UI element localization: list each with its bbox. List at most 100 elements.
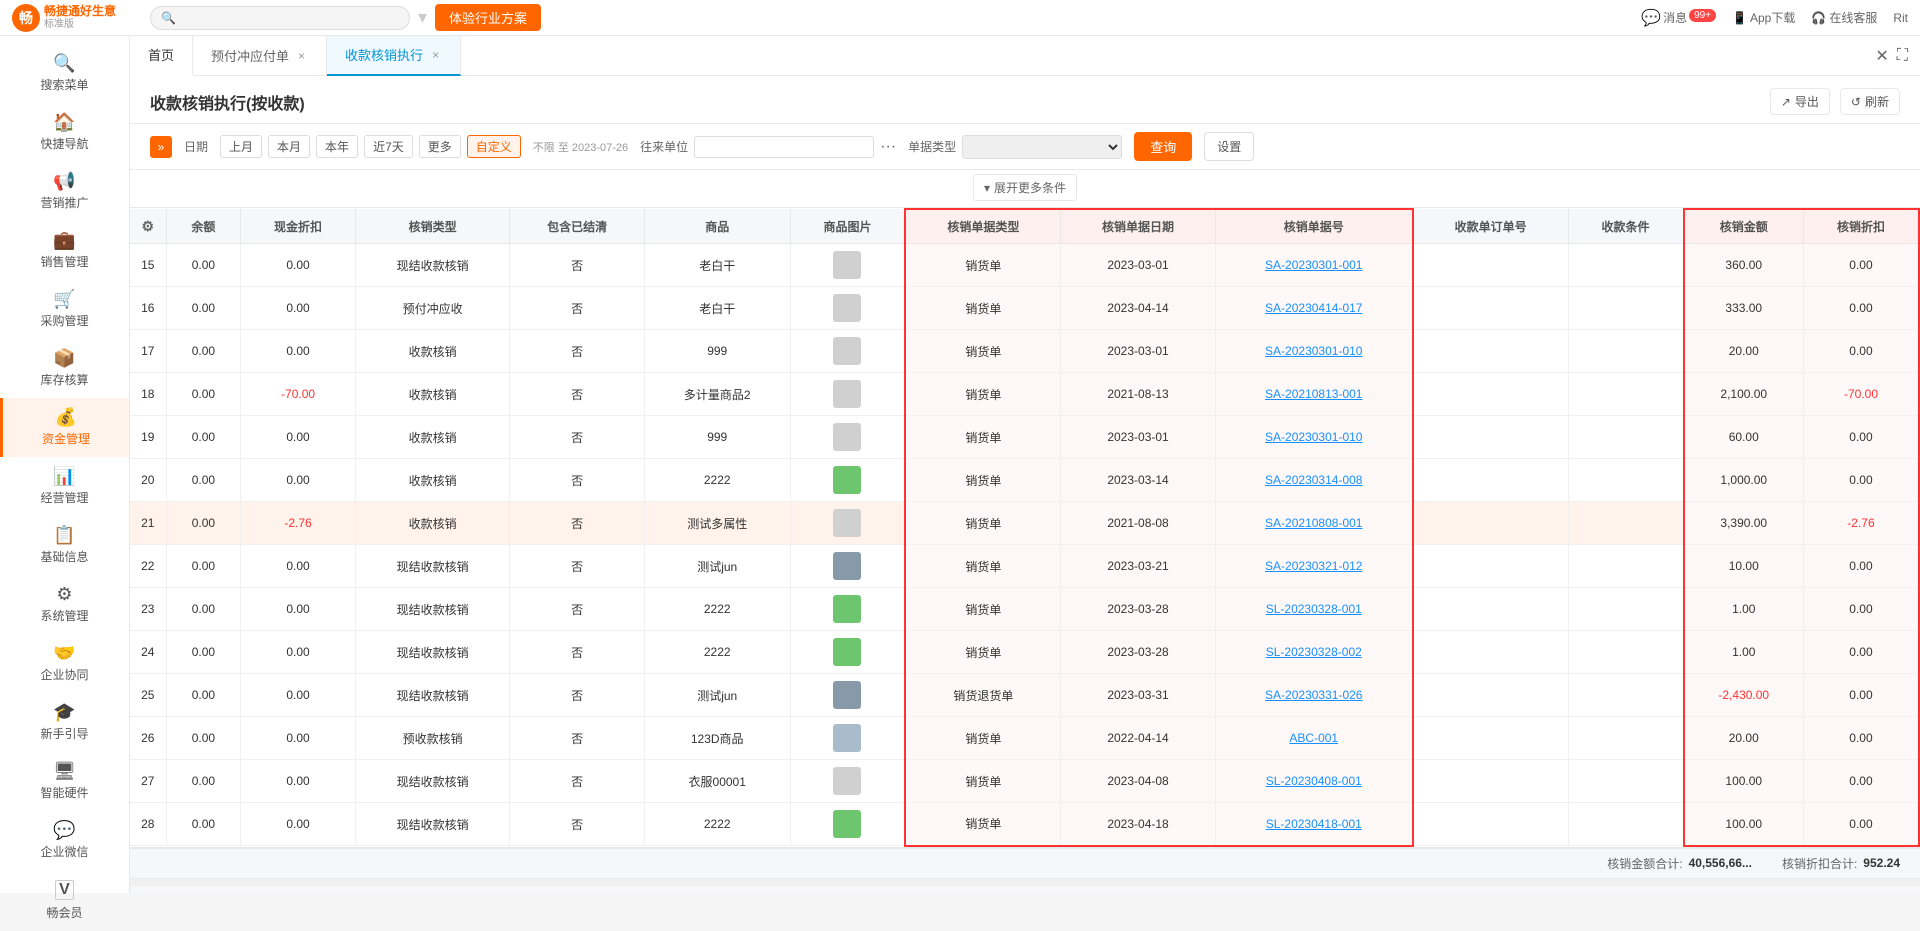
tab-maximize-icon[interactable]: ⛶ [1897,47,1908,65]
filter-btn-this-year[interactable]: 本年 [316,135,358,158]
sidebar-item-sales[interactable]: 💼 销售管理 [0,221,129,280]
cell-balance: 0.00 [166,803,241,846]
sidebar-item-hardware[interactable]: 🖥 智能硬件 [0,752,129,811]
cell-cash-discount: 0.00 [241,717,356,760]
cell-offset-voucher-date: 2023-03-28 [1061,588,1215,631]
cell-offset-voucher-no[interactable]: SL-20230408-001 [1215,760,1413,803]
table-row: 26 0.00 0.00 预收款核销 否 123D商品 销货单 2022-04-… [130,717,1919,760]
finance-icon: 💰 [55,408,77,426]
cell-offset-amount: 1,000.00 [1684,459,1804,502]
collab-icon: 🤝 [53,644,75,662]
filter-btn-more[interactable]: 更多 [419,135,461,158]
top-search[interactable]: 🔍 [150,6,410,30]
online-service[interactable]: 🎧 在线客服 [1811,9,1877,26]
cell-receipt-order-no [1413,803,1568,846]
sidebar-item-nav[interactable]: 🏠 快捷导航 [0,103,129,162]
export-btn[interactable]: ↗ 导出 [1770,88,1830,115]
cell-id: 21 [130,502,166,545]
table-footer: 核销金额合计: 40,556,66... 核销折扣合计: 952.24 [130,847,1920,878]
cell-offset-voucher-no[interactable]: SL-20230328-001 [1215,588,1413,631]
sidebar-item-wechat[interactable]: 💬 企业微信 [0,811,129,870]
cell-included-settled: 否 [510,803,645,846]
tab-close-icon[interactable]: ✕ [1875,46,1888,66]
cell-offset-voucher-no[interactable]: SA-20210808-001 [1215,502,1413,545]
sidebar-label-search: 搜索菜单 [40,76,88,93]
filter-from-unit-input[interactable] [694,136,874,158]
sidebar-item-system[interactable]: ⚙ 系统管理 [0,575,129,634]
filter-date-options: 上月 本月 本年 近7天 更多 自定义 [220,135,521,158]
tab-prepay-close[interactable]: × [295,48,308,64]
cell-offset-amount: 20.00 [1684,717,1804,760]
sidebar-item-finance[interactable]: 💰 资金管理 [0,398,129,457]
search-icon: 🔍 [53,54,75,72]
sidebar-item-purchase[interactable]: 🛒 采购管理 [0,280,129,339]
cell-goods-img [790,373,905,416]
filter-btn-7days[interactable]: 近7天 [364,135,413,158]
sidebar-item-member[interactable]: V 畅会员 [0,870,129,931]
cell-receipt-order-no [1413,674,1568,717]
cell-offset-voucher-no[interactable]: SL-20230328-002 [1215,631,1413,674]
cell-included-settled: 否 [510,674,645,717]
expand-more-btn[interactable]: ▾ 展开更多条件 [973,174,1077,201]
tab-prepay[interactable]: 预付冲应付单 × [193,36,327,76]
filter-btn-last-month[interactable]: 上月 [220,135,262,158]
app-download[interactable]: 📱 App下载 [1732,9,1795,26]
page-title: 收款核销执行(按收款) [150,90,305,114]
table-row: 16 0.00 0.00 预付冲应收 否 老白干 销货单 2023-04-14 … [130,287,1919,330]
refresh-btn[interactable]: ↺ 刷新 [1840,88,1900,115]
cell-offset-voucher-no[interactable]: SA-20230314-008 [1215,459,1413,502]
sidebar-item-marketing[interactable]: 📢 营销推广 [0,162,129,221]
setting-btn[interactable]: 设置 [1204,132,1254,161]
logo-sub: 标准版 [44,19,116,31]
filter-voucher-type-select[interactable] [962,135,1122,159]
tab-receivable[interactable]: 收款核销执行 × [327,36,461,76]
filter-expand-btn[interactable]: » [150,136,172,158]
sidebar-item-basic[interactable]: 📋 基础信息 [0,516,129,575]
cell-offset-discount: 0.00 [1803,674,1919,717]
cell-receipt-condition [1568,330,1683,373]
tab-receivable-close[interactable]: × [429,47,442,63]
filter-voucher-type-label: 单据类型 [908,138,956,155]
msg-icon-group[interactable]: 💬 消息 99+ [1641,8,1716,28]
cell-offset-voucher-no[interactable]: SL-20230418-001 [1215,803,1413,846]
cell-offset-voucher-no[interactable]: SA-20230301-010 [1215,330,1413,373]
cell-offset-voucher-type: 销货单 [905,244,1060,287]
cell-offset-voucher-no[interactable]: SA-20230301-010 [1215,416,1413,459]
tab-home[interactable]: 首页 [130,36,193,76]
cell-receipt-order-no [1413,631,1568,674]
horizontal-scrollbar[interactable] [130,878,1920,886]
col-goods: 商品 [644,209,790,244]
total-discount-value: 952.24 [1863,856,1900,870]
user-avatar[interactable]: Rit [1893,11,1908,25]
cell-included-settled: 否 [510,373,645,416]
page-content: 收款核销执行(按收款) ↗ 导出 ↺ 刷新 » 日期 [130,76,1920,893]
sidebar-item-inventory[interactable]: 📦 库存核算 [0,339,129,398]
total-amount-label: 核销金额合计: [1607,855,1682,872]
sidebar-item-operations[interactable]: 📊 经营管理 [0,457,129,516]
cell-offset-discount: 0.00 [1803,803,1919,846]
cell-offset-voucher-no[interactable]: ABC-001 [1215,717,1413,760]
cell-balance: 0.00 [166,674,241,717]
cell-offset-voucher-no[interactable]: SA-20230331-026 [1215,674,1413,717]
query-btn[interactable]: 查询 [1134,132,1192,161]
cell-offset-voucher-no[interactable]: SA-20210813-001 [1215,373,1413,416]
cell-offset-voucher-no[interactable]: SA-20230414-017 [1215,287,1413,330]
page-header: 收款核销执行(按收款) ↗ 导出 ↺ 刷新 [130,76,1920,124]
cell-offset-type: 现结收款核销 [355,674,509,717]
cell-offset-voucher-no[interactable]: SA-20230301-001 [1215,244,1413,287]
cell-balance: 0.00 [166,502,241,545]
filter-btn-custom[interactable]: 自定义 [467,135,521,158]
cell-offset-voucher-type: 销货单 [905,545,1060,588]
cell-offset-voucher-no[interactable]: SA-20230321-012 [1215,545,1413,588]
filter-btn-this-month[interactable]: 本月 [268,135,310,158]
sidebar-item-collab[interactable]: 🤝 企业协同 [0,634,129,693]
guide-icon: 🎓 [53,703,75,721]
sidebar-item-search[interactable]: 🔍 搜索菜单 [0,44,129,103]
col-settings-icon[interactable]: ⚙ [141,218,154,234]
cell-offset-amount: 100.00 [1684,803,1804,846]
sidebar-item-guide[interactable]: 🎓 新手引导 [0,693,129,752]
cell-balance: 0.00 [166,588,241,631]
industry-btn[interactable]: 体验行业方案 [435,4,541,31]
cell-cash-discount: 0.00 [241,416,356,459]
dropdown-icon[interactable]: ▾ [418,7,427,28]
